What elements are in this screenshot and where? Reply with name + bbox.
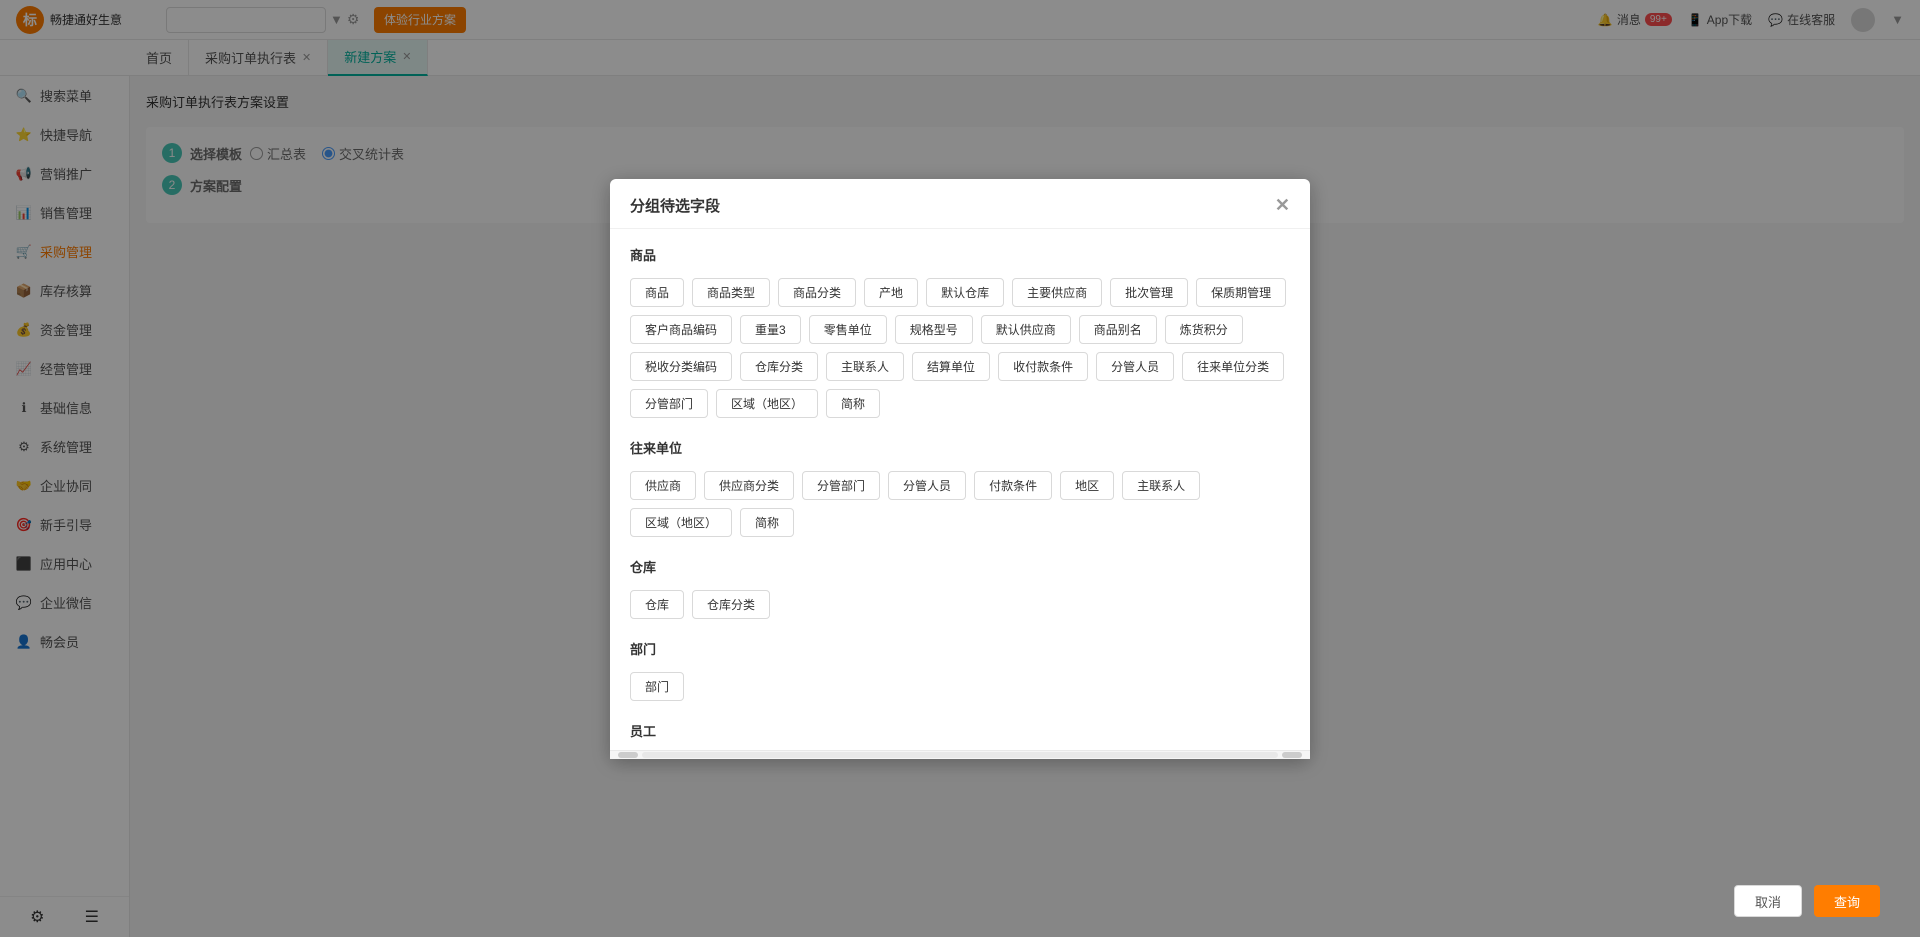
modal-body[interactable]: 商品 商品 商品类型 商品分类 产地 默认仓库 主要供应商 批次管理 保质期管理… (610, 229, 1310, 750)
section-partner-title: 往来单位 (630, 438, 1290, 461)
field-tag[interactable]: 炼货积分 (1165, 315, 1243, 344)
section-employee-title: 员工 (630, 721, 1290, 744)
field-tag[interactable]: 批次管理 (1110, 278, 1188, 307)
field-tag[interactable]: 客户商品编码 (630, 315, 732, 344)
field-tag[interactable]: 默认供应商 (981, 315, 1071, 344)
field-tag[interactable]: 默认仓库 (926, 278, 1004, 307)
field-tag[interactable]: 保质期管理 (1196, 278, 1286, 307)
field-tag[interactable]: 地区 (1060, 471, 1114, 500)
field-tag[interactable]: 部门 (630, 672, 684, 701)
field-tag[interactable]: 简称 (740, 508, 794, 537)
field-tags-goods: 商品 商品类型 商品分类 产地 默认仓库 主要供应商 批次管理 保质期管理 客户… (630, 278, 1290, 418)
section-department-title: 部门 (630, 639, 1290, 662)
field-tag[interactable]: 区域（地区） (630, 508, 732, 537)
field-tag[interactable]: 仓库分类 (692, 590, 770, 619)
field-tag[interactable]: 往来单位分类 (1182, 352, 1284, 381)
section-department: 部门 部门 (630, 639, 1290, 701)
field-tag[interactable]: 商品类型 (692, 278, 770, 307)
modal-horizontal-scrollbar[interactable] (610, 750, 1310, 759)
field-tag[interactable]: 分管部门 (630, 389, 708, 418)
field-tags-partner: 供应商 供应商分类 分管部门 分管人员 付款条件 地区 主联系人 区域（地区） … (630, 471, 1290, 537)
field-tag[interactable]: 主联系人 (1122, 471, 1200, 500)
section-goods: 商品 商品 商品类型 商品分类 产地 默认仓库 主要供应商 批次管理 保质期管理… (630, 245, 1290, 418)
field-tag[interactable]: 主联系人 (826, 352, 904, 381)
field-tag[interactable]: 供应商分类 (704, 471, 794, 500)
field-tags-warehouse: 仓库 仓库分类 (630, 590, 1290, 619)
field-tag[interactable]: 分管人员 (888, 471, 966, 500)
modal-overlay: 分组待选字段 ✕ 商品 商品 商品类型 商品分类 产地 默认仓库 主要供应商 批… (0, 0, 1920, 937)
confirm-button[interactable]: 查询 (1814, 885, 1880, 917)
field-tag[interactable]: 零售单位 (809, 315, 887, 344)
field-tag[interactable]: 规格型号 (895, 315, 973, 344)
section-goods-title: 商品 (630, 245, 1290, 268)
field-tag[interactable]: 重量3 (740, 315, 801, 344)
field-tag[interactable]: 仓库 (630, 590, 684, 619)
field-tag[interactable]: 商品分类 (778, 278, 856, 307)
field-tag[interactable]: 区域（地区） (716, 389, 818, 418)
field-tag[interactable]: 分管部门 (802, 471, 880, 500)
modal-close-button[interactable]: ✕ (1275, 196, 1290, 214)
field-tag[interactable]: 简称 (826, 389, 880, 418)
field-tag[interactable]: 结算单位 (912, 352, 990, 381)
field-tag[interactable]: 供应商 (630, 471, 696, 500)
modal-title: 分组待选字段 (630, 195, 720, 216)
field-tag[interactable]: 付款条件 (974, 471, 1052, 500)
modal-dialog: 分组待选字段 ✕ 商品 商品 商品类型 商品分类 产地 默认仓库 主要供应商 批… (610, 179, 1310, 759)
field-tag[interactable]: 分管人员 (1096, 352, 1174, 381)
section-warehouse: 仓库 仓库 仓库分类 (630, 557, 1290, 619)
modal-header: 分组待选字段 ✕ (610, 179, 1310, 229)
cancel-button[interactable]: 取消 (1734, 885, 1802, 917)
field-tag[interactable]: 收付款条件 (998, 352, 1088, 381)
footer-buttons: 取消 查询 (1734, 885, 1880, 917)
field-tag[interactable]: 主要供应商 (1012, 278, 1102, 307)
section-warehouse-title: 仓库 (630, 557, 1290, 580)
field-tag[interactable]: 商品别名 (1079, 315, 1157, 344)
field-tag[interactable]: 仓库分类 (740, 352, 818, 381)
field-tag[interactable]: 商品 (630, 278, 684, 307)
field-tags-department: 部门 (630, 672, 1290, 701)
section-employee: 员工 业务员 (630, 721, 1290, 750)
section-partner: 往来单位 供应商 供应商分类 分管部门 分管人员 付款条件 地区 主联系人 区域… (630, 438, 1290, 537)
field-tag[interactable]: 税收分类编码 (630, 352, 732, 381)
field-tag[interactable]: 产地 (864, 278, 918, 307)
